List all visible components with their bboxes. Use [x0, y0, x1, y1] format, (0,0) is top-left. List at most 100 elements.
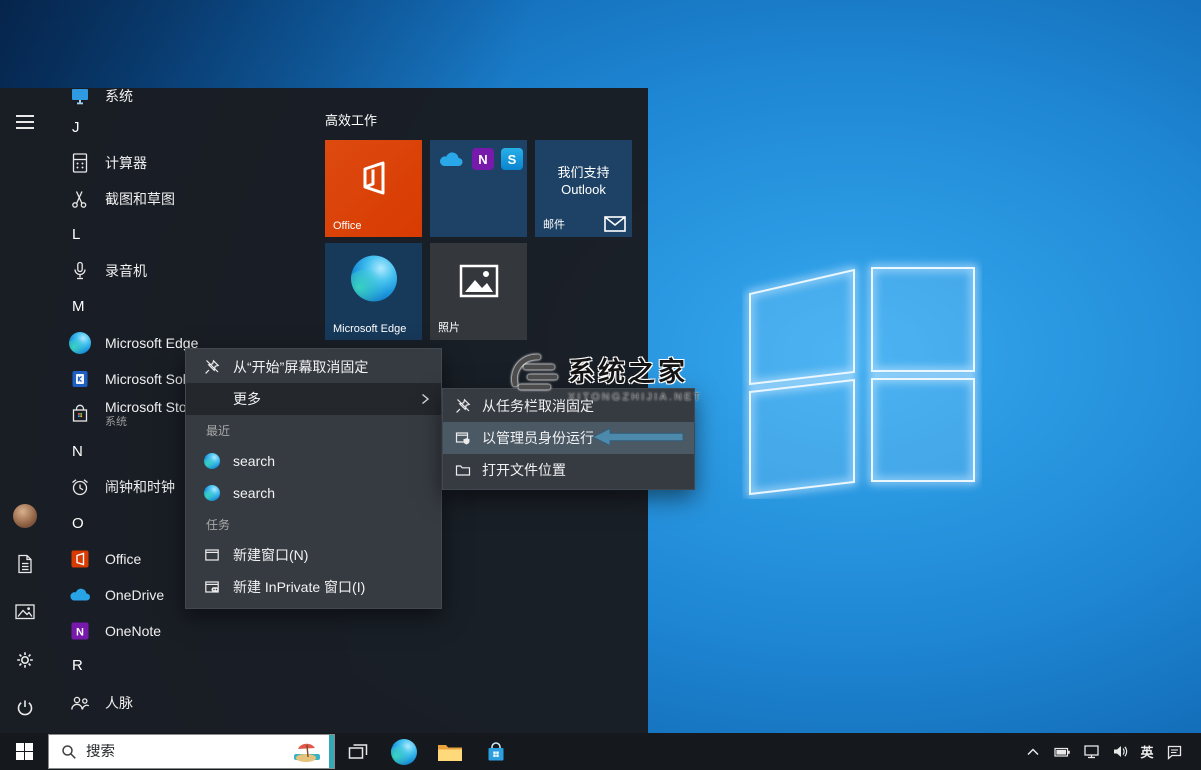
app-list-letter-n[interactable]: N — [72, 443, 83, 460]
search-highlight-icon[interactable] — [294, 740, 320, 764]
menu-item-label: 新建 InPrivate 窗口(I) — [233, 577, 365, 597]
svg-text:N: N — [76, 627, 84, 639]
taskbar: 英 — [0, 733, 1201, 770]
documents-icon[interactable] — [13, 552, 37, 576]
app-list-item-microsoft-store[interactable]: Microsoft Store 系统 — [68, 393, 199, 435]
menu-item-label: search — [233, 453, 275, 469]
taskbar-search[interactable] — [48, 734, 335, 769]
app-list-item-system[interactable]: 系统 — [68, 88, 133, 108]
tile-label: Microsoft Edge — [333, 323, 406, 335]
edge-search-icon — [204, 485, 220, 501]
app-label: 截图和草图 — [105, 189, 175, 209]
menu-item-label: 从“开始”屏幕取消固定 — [233, 357, 368, 377]
menu-section-recent: 最近 — [186, 415, 441, 445]
app-label: OneNote — [105, 623, 161, 639]
tray-volume-icon[interactable] — [1107, 733, 1133, 770]
tray-battery-icon[interactable] — [1049, 733, 1075, 770]
menu-item-label: 以管理员身份运行 — [482, 428, 594, 448]
menu-item-new-inprivate-window[interactable]: 新建 InPrivate 窗口(I) — [186, 571, 441, 603]
menu-item-label: search — [233, 485, 275, 501]
edge-context-menu: 从“开始”屏幕取消固定 更多 最近 search search 任务 新建窗口(… — [185, 348, 442, 609]
app-list-letter-j[interactable]: J — [72, 119, 80, 136]
app-list-item-voice-recorder[interactable]: 录音机 — [68, 259, 147, 283]
app-list-letter-o[interactable]: O — [72, 515, 84, 532]
app-list-letter-l[interactable]: L — [72, 226, 80, 243]
system-tray: 英 — [1020, 733, 1201, 770]
start-button[interactable] — [0, 733, 48, 770]
app-list-letter-m[interactable]: M — [72, 298, 85, 315]
microsoft-store-icon — [485, 741, 507, 763]
tile-group-header[interactable]: 高效工作 — [325, 110, 377, 129]
user-avatar[interactable] — [13, 504, 37, 528]
app-label: 闹钟和时钟 — [105, 477, 175, 497]
tile-office[interactable]: Office — [325, 140, 422, 237]
pictures-icon[interactable] — [13, 600, 37, 624]
tray-network-icon[interactable] — [1078, 733, 1104, 770]
task-view-button[interactable] — [335, 733, 381, 770]
onedrive-icon — [68, 583, 92, 607]
menu-item-recent-search-2[interactable]: search — [186, 477, 441, 509]
taskbar-store-button[interactable] — [473, 733, 519, 770]
menu-item-more[interactable]: 更多 — [186, 383, 441, 415]
onedrive-cloud-icon — [437, 150, 465, 169]
tray-action-center-icon[interactable] — [1161, 733, 1187, 770]
app-label: Office — [105, 551, 141, 567]
taskbar-file-explorer-button[interactable] — [427, 733, 473, 770]
unpin-icon — [204, 359, 220, 375]
tile-office-suite[interactable]: N S — [430, 140, 527, 237]
hamburger-icon[interactable] — [13, 110, 37, 134]
edge-search-icon — [204, 453, 220, 469]
tray-chevron-up-icon[interactable] — [1020, 733, 1046, 770]
menu-item-recent-search-1[interactable]: search — [186, 445, 441, 477]
app-list-item-microsoft-edge[interactable]: Microsoft Edge — [68, 331, 198, 355]
open-file-location-icon — [455, 462, 471, 478]
solitaire-icon — [68, 367, 92, 391]
submenu-item-unpin-from-taskbar[interactable]: 从任务栏取消固定 — [443, 390, 694, 422]
onenote-icon: N — [68, 619, 92, 643]
office-icon — [68, 547, 92, 571]
start-menu-rail — [0, 88, 50, 733]
microsoft-store-icon — [68, 402, 92, 426]
annotation-arrow — [592, 427, 684, 447]
app-label: OneDrive — [105, 587, 164, 603]
menu-item-label: 更多 — [233, 389, 261, 409]
menu-item-unpin-from-start[interactable]: 从“开始”屏幕取消固定 — [186, 351, 441, 383]
tile-mail[interactable]: 我们支持 Outlook 邮件 — [535, 140, 632, 237]
settings-gear-icon[interactable] — [13, 648, 37, 672]
calculator-icon — [68, 151, 92, 175]
submenu-item-open-file-location[interactable]: 打开文件位置 — [443, 454, 694, 486]
windows-wallpaper-logo — [742, 254, 982, 499]
task-view-icon — [348, 743, 368, 761]
app-list-item-office[interactable]: Office — [68, 547, 141, 571]
mail-envelope-icon — [604, 216, 626, 232]
app-list-letter-r[interactable]: R — [72, 657, 83, 674]
file-explorer-icon — [437, 742, 463, 762]
photos-icon — [459, 264, 499, 298]
app-list-item-snip-sketch[interactable]: 截图和草图 — [68, 187, 175, 211]
tile-mail-message: 我们支持 Outlook — [535, 164, 632, 198]
snip-sketch-icon — [68, 187, 92, 211]
office-tile-icon — [354, 158, 394, 198]
people-icon — [68, 691, 92, 715]
new-window-icon — [204, 547, 220, 563]
app-list-item-onedrive[interactable]: OneDrive — [68, 583, 164, 607]
tile-microsoft-edge[interactable]: Microsoft Edge — [325, 243, 422, 340]
app-label: 计算器 — [105, 153, 147, 173]
tile-label: 邮件 — [543, 216, 565, 232]
app-list-item-people[interactable]: 人脉 — [68, 691, 133, 715]
taskbar-edge-button[interactable] — [381, 733, 427, 770]
search-icon — [61, 744, 77, 760]
menu-item-label: 打开文件位置 — [482, 460, 566, 480]
app-list-item-calculator[interactable]: 计算器 — [68, 151, 147, 175]
search-accent-strip — [329, 735, 334, 768]
tile-photos[interactable]: 照片 — [430, 243, 527, 340]
inprivate-window-icon — [204, 579, 220, 595]
app-label: 录音机 — [105, 261, 147, 281]
search-input[interactable] — [86, 744, 294, 760]
tray-ime-indicator[interactable]: 英 — [1136, 733, 1158, 770]
app-list-item-alarms-clock[interactable]: 闹钟和时钟 — [68, 475, 175, 499]
app-label: 系统 — [105, 88, 133, 106]
app-list-item-onenote[interactable]: N OneNote — [68, 619, 161, 643]
power-icon[interactable] — [13, 696, 37, 720]
menu-item-new-window[interactable]: 新建窗口(N) — [186, 539, 441, 571]
